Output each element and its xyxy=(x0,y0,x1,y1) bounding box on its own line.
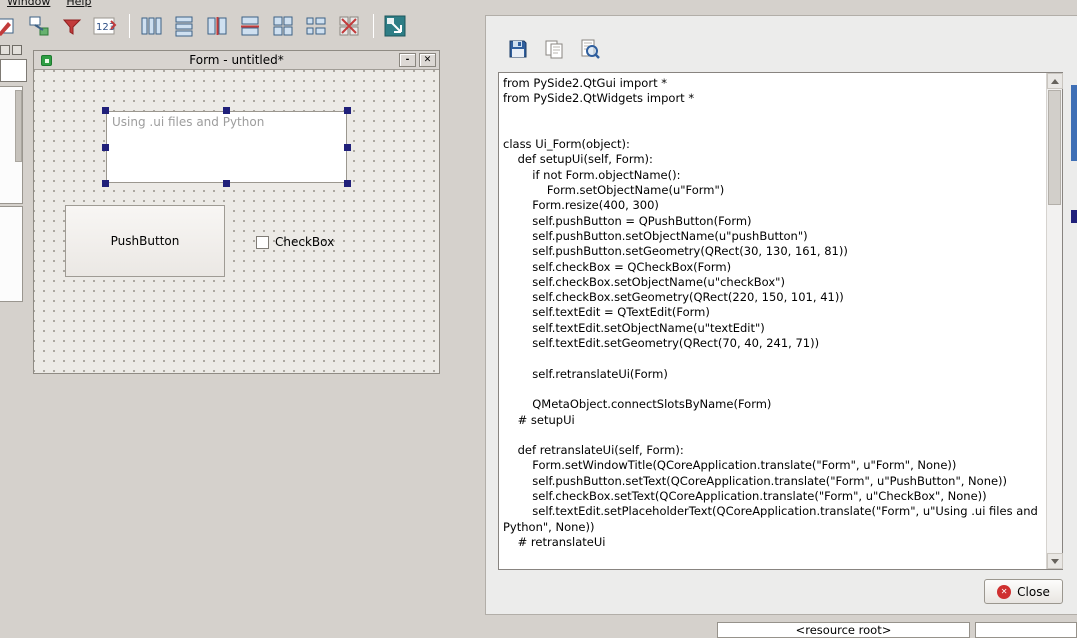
selection-handle-se[interactable] xyxy=(344,180,351,187)
external-window-edge xyxy=(1071,85,1077,161)
textedit-widget[interactable]: Using .ui files and Python xyxy=(106,111,347,183)
checkbox-indicator[interactable] xyxy=(256,236,269,249)
adjust-size-icon[interactable] xyxy=(382,13,408,39)
resource-root-item[interactable]: <resource root> xyxy=(717,622,970,638)
generated-code[interactable]: from PySide2.QtGui import * from PySide2… xyxy=(499,73,1046,569)
layout-vertical-icon[interactable] xyxy=(171,13,197,39)
menu-window[interactable]: Window xyxy=(7,0,50,9)
dock-float-icon[interactable] xyxy=(0,45,10,55)
form-editor-window: Form - untitled* - ✕ Using .ui files and… xyxy=(33,50,440,374)
resource-panel-cell xyxy=(975,622,1077,638)
scrollbar-thumb[interactable] xyxy=(1048,90,1061,205)
widget-box-list[interactable] xyxy=(0,206,23,302)
selection-handle-w[interactable] xyxy=(102,144,109,151)
menubar: Window Help xyxy=(7,0,91,9)
pushbutton-widget[interactable]: PushButton xyxy=(65,205,225,277)
widget-box-scrollbar[interactable] xyxy=(15,90,22,162)
form-window-title: Form - untitled* xyxy=(34,53,439,67)
qt-designer-window: Window Help 123 xyxy=(0,0,1077,638)
find-icon[interactable] xyxy=(577,36,603,62)
dock-close-icon[interactable] xyxy=(12,45,22,55)
close-button-label: Close xyxy=(1017,585,1050,599)
main-toolbar: 123 xyxy=(0,11,415,41)
edit-signals-slots-icon[interactable] xyxy=(26,13,52,39)
layout-vertical-splitter-icon[interactable] xyxy=(237,13,263,39)
close-x-icon: ✕ xyxy=(997,585,1011,599)
code-scrollbar[interactable] xyxy=(1046,73,1062,569)
toolbar-separator xyxy=(129,14,130,38)
code-dialog-toolbar xyxy=(505,36,603,62)
selection-handle-e[interactable] xyxy=(344,144,351,151)
layout-grid-icon[interactable] xyxy=(270,13,296,39)
selection-handle-n[interactable] xyxy=(223,107,230,114)
menu-help[interactable]: Help xyxy=(66,0,91,9)
break-layout-icon[interactable] xyxy=(336,13,362,39)
copy-icon[interactable] xyxy=(541,36,567,62)
code-preview-dialog: from PySide2.QtGui import * from PySide2… xyxy=(485,15,1077,615)
edit-tab-order-icon[interactable]: 123 xyxy=(92,13,118,39)
selection-handle-sw[interactable] xyxy=(102,180,109,187)
checkbox-label: CheckBox xyxy=(275,235,334,249)
widget-box-dock-controls xyxy=(0,45,22,55)
selection-handle-ne[interactable] xyxy=(344,107,351,114)
external-window-edge xyxy=(1071,210,1077,223)
scroll-up-icon[interactable] xyxy=(1047,73,1063,89)
edit-widgets-icon[interactable] xyxy=(0,13,19,39)
layout-form-icon[interactable] xyxy=(303,13,329,39)
code-view[interactable]: from PySide2.QtGui import * from PySide2… xyxy=(498,72,1063,570)
layout-horizontal-splitter-icon[interactable] xyxy=(204,13,230,39)
selection-handle-nw[interactable] xyxy=(102,107,109,114)
scroll-down-icon[interactable] xyxy=(1047,553,1063,569)
selection-handle-s[interactable] xyxy=(223,180,230,187)
form-canvas[interactable]: Using .ui files and Python PushButton Ch… xyxy=(34,70,439,373)
widget-filter-input[interactable] xyxy=(0,59,27,82)
checkbox-widget[interactable]: CheckBox xyxy=(256,232,334,252)
form-window-titlebar[interactable]: Form - untitled* - ✕ xyxy=(34,51,439,70)
dialog-close-button[interactable]: ✕ Close xyxy=(984,579,1063,604)
layout-horizontal-icon[interactable] xyxy=(138,13,164,39)
toolbar-separator xyxy=(373,14,374,38)
edit-buddies-icon[interactable] xyxy=(59,13,85,39)
save-icon[interactable] xyxy=(505,36,531,62)
